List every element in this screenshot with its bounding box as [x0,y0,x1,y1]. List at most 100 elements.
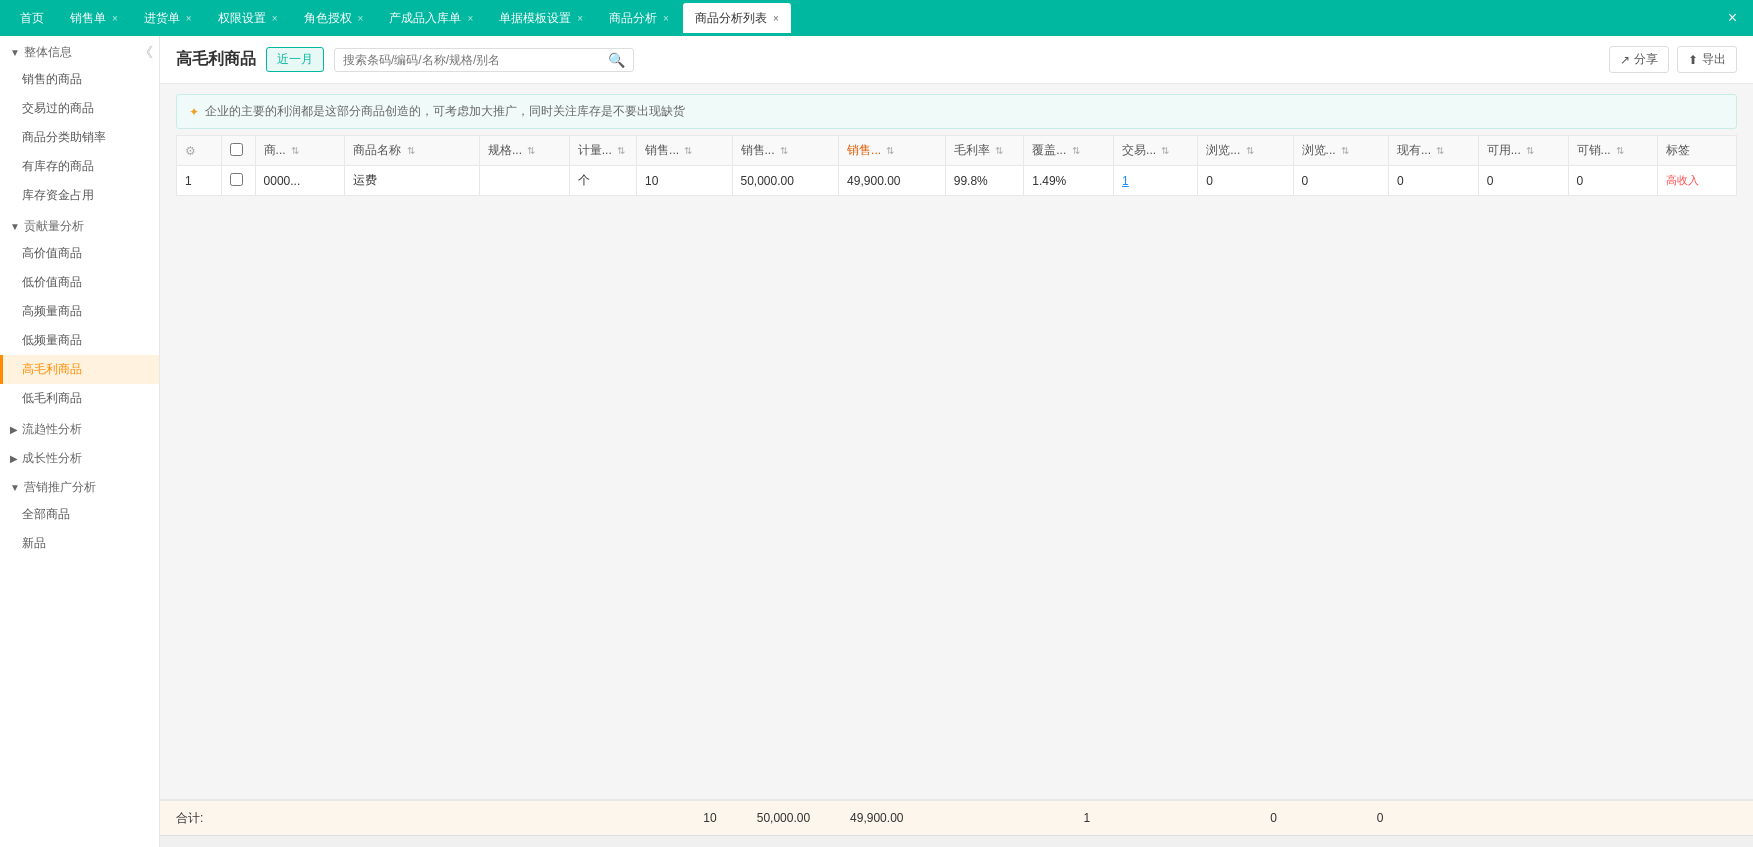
col-cover-header[interactable]: 覆盖... ⇅ [1024,136,1114,166]
col-trade-header[interactable]: 交易... ⇅ [1114,136,1198,166]
info-banner: ✦ 企业的主要的利润都是这部分商品创造的，可考虑加大推广，同时关注库存是不要出现… [176,94,1737,129]
sidebar-collapse-button[interactable]: 《 [139,44,153,62]
row-check[interactable] [221,166,255,196]
nav-tab-home[interactable]: 首页 [8,3,56,33]
trade-link[interactable]: 1 [1122,174,1129,188]
close-purchase-tab[interactable]: × [186,13,192,24]
row-margin-rate: 99.8% [945,166,1024,196]
export-button[interactable]: ⬆ 导出 [1677,46,1737,73]
col-gear[interactable]: ⚙ [177,136,222,166]
nav-tab-template[interactable]: 单据模板设置 × [487,3,595,33]
close-template-tab[interactable]: × [577,13,583,24]
settings-icon[interactable]: ⚙ [185,144,196,158]
row-sales-amount: 50,000.00 [732,166,839,196]
footer-sales-amount: 50,000.00 [757,811,810,825]
nav-tab-sales[interactable]: 销售单 × [58,3,130,33]
sidebar-item-stocked-goods[interactable]: 有库存的商品 [0,152,159,181]
sidebar-item-traded-goods[interactable]: 交易过的商品 [0,94,159,123]
sort-icon-15: ⇅ [1616,145,1624,156]
sidebar-group-growth[interactable]: ▶ 成长性分析 [0,442,159,471]
row-name: 运费 [345,166,480,196]
nav-tab-purchase[interactable]: 进货单 × [132,3,204,33]
sidebar-group-profit[interactable]: ▼ 贡献量分析 [0,210,159,239]
sidebar-group-trend[interactable]: ▶ 流趋性分析 [0,413,159,442]
close-product-entry-tab[interactable]: × [467,13,473,24]
tag-badge: 高收入 [1666,174,1699,186]
footer-trade: 1 [1083,811,1090,825]
nav-tab-product-entry[interactable]: 产成品入库单 × [377,3,485,33]
col-margin-header[interactable]: 毛利率 ⇅ [945,136,1024,166]
row-unit: 个 [569,166,636,196]
row-sales-qty: 10 [637,166,732,196]
sort-icon-9: ⇅ [1072,145,1080,156]
info-icon: ✦ [189,105,199,119]
row-spec [480,166,570,196]
col-check[interactable] [221,136,255,166]
col-browse1-header[interactable]: 浏览... ⇅ [1198,136,1293,166]
table-wrapper: ⚙ 商... ⇅ 商品名称 ⇅ 规格... ⇅ 计量... ⇅ 销售... ⇅ … [176,135,1737,799]
close-analysis-tab[interactable]: × [663,13,669,24]
sort-icon-4: ⇅ [617,145,625,156]
horizontal-scrollbar[interactable] [160,835,1753,847]
search-icon[interactable]: 🔍 [608,52,625,68]
sort-icon-11: ⇅ [1246,145,1254,156]
sidebar-item-low-value[interactable]: 低价值商品 [0,268,159,297]
filter-recent-month-button[interactable]: 近一月 [266,47,324,72]
sidebar-item-sales-goods[interactable]: 销售的商品 [0,65,159,94]
col-available-header[interactable]: 可用... ⇅ [1478,136,1568,166]
sidebar-item-low-margin[interactable]: 低毛利商品 [0,384,159,413]
page-title: 高毛利商品 [176,49,256,70]
row-trade[interactable]: 1 [1114,166,1198,196]
sidebar-item-low-freq[interactable]: 低频量商品 [0,326,159,355]
nav-tab-analysis-list[interactable]: 商品分析列表 × [683,3,791,33]
col-sales-qty-header[interactable]: 销售... ⇅ [637,136,732,166]
col-saleable-header[interactable]: 可销... ⇅ [1568,136,1658,166]
sort-icon: ⇅ [291,145,299,156]
chevron-down-icon-2: ▼ [10,221,20,232]
footer-label: 合计: [176,810,203,827]
row-checkbox[interactable] [230,173,243,186]
footer-sales-qty: 10 [703,811,716,825]
sidebar: 《 ▼ 整体信息 销售的商品 交易过的商品 商品分类助销率 有库存的商品 库存资… [0,36,160,847]
col-spec-header[interactable]: 规格... ⇅ [480,136,570,166]
sidebar-item-assist-rate[interactable]: 商品分类助销率 [0,123,159,152]
col-unit-header[interactable]: 计量... ⇅ [569,136,636,166]
sidebar-item-all-goods[interactable]: 全部商品 [0,500,159,529]
sort-icon-13: ⇅ [1436,145,1444,156]
nav-tab-permission[interactable]: 权限设置 × [206,3,290,33]
search-box[interactable]: 🔍 [334,48,634,72]
main-layout: 《 ▼ 整体信息 销售的商品 交易过的商品 商品分类助销率 有库存的商品 库存资… [0,36,1753,847]
row-saleable: 0 [1568,166,1658,196]
share-button[interactable]: ↗ 分享 [1609,46,1669,73]
select-all-checkbox[interactable] [230,143,243,156]
sort-icon-8: ⇅ [995,145,1003,156]
close-analysis-list-tab[interactable]: × [773,13,779,24]
col-sales-profit-header[interactable]: 销售... ⇅ [839,136,946,166]
nav-tab-role[interactable]: 角色授权 × [292,3,376,33]
row-browse1: 0 [1198,166,1293,196]
sidebar-item-new-goods[interactable]: 新品 [0,529,159,558]
close-sales-tab[interactable]: × [112,13,118,24]
close-role-tab[interactable]: × [358,13,364,24]
sidebar-group-overall[interactable]: ▼ 整体信息 [0,36,159,65]
sidebar-group-marketing[interactable]: ▼ 营销推广分析 [0,471,159,500]
sidebar-item-stock-ratio[interactable]: 库存资金占用 [0,181,159,210]
close-permission-tab[interactable]: × [272,13,278,24]
row-browse2: 0 [1293,166,1388,196]
sort-icon-3: ⇅ [527,145,535,156]
goods-table: ⚙ 商... ⇅ 商品名称 ⇅ 规格... ⇅ 计量... ⇅ 销售... ⇅ … [176,135,1737,196]
col-current-header[interactable]: 现有... ⇅ [1389,136,1479,166]
col-tag-header: 标签 [1658,136,1737,166]
nav-tab-analysis[interactable]: 商品分析 × [597,3,681,33]
col-sales-amount-header[interactable]: 销售... ⇅ [732,136,839,166]
sidebar-item-high-freq[interactable]: 高频量商品 [0,297,159,326]
col-browse2-header[interactable]: 浏览... ⇅ [1293,136,1388,166]
col-name-header[interactable]: 商品名称 ⇅ [345,136,480,166]
close-all-button[interactable]: × [1720,9,1745,27]
chevron-down-icon-3: ▼ [10,482,20,493]
sort-icon-12: ⇅ [1341,145,1349,156]
search-input[interactable] [343,53,604,67]
sidebar-item-high-value[interactable]: 高价值商品 [0,239,159,268]
sidebar-item-high-margin[interactable]: 高毛利商品 [0,355,159,384]
col-code-header[interactable]: 商... ⇅ [255,136,345,166]
